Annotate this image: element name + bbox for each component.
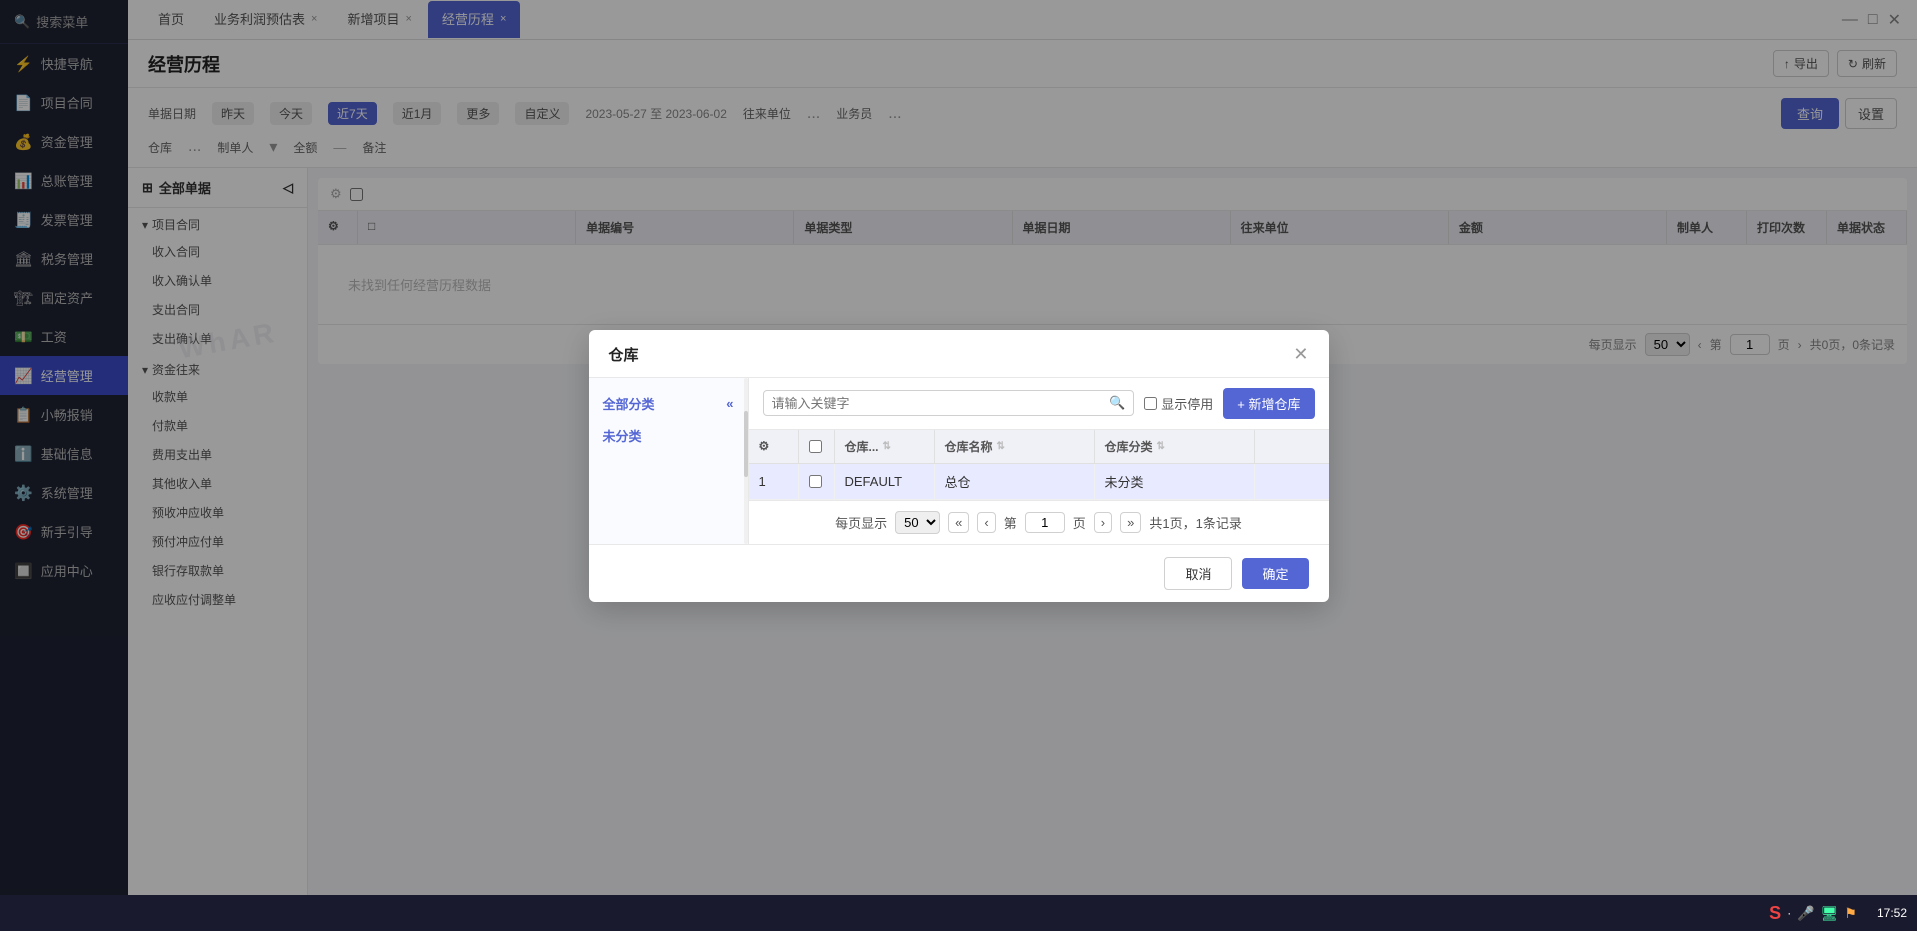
search-input-wrap: 🔍 xyxy=(763,390,1135,416)
flag-icon: ⚑ xyxy=(1844,905,1857,922)
dialog-prev-btn[interactable]: ‹ xyxy=(977,512,995,533)
dialog-all-label: 全部分类 xyxy=(603,394,655,413)
add-warehouse-button[interactable]: + 新增仓库 xyxy=(1223,388,1314,419)
scroll-track xyxy=(744,378,748,544)
dot-icon: · xyxy=(1787,906,1791,920)
dialog-left-item-uncategorized[interactable]: 未分类 xyxy=(589,419,748,452)
monitor-icon: 🖥 xyxy=(1821,905,1839,922)
show-disabled-checkbox[interactable] xyxy=(1144,397,1157,410)
dialog-collapse-icon[interactable]: « xyxy=(726,396,733,411)
td-index: 1 xyxy=(749,464,799,499)
dialog-page-unit: 页 xyxy=(1073,513,1086,532)
warehouse-search-input[interactable] xyxy=(772,396,1110,411)
dialog-total: 共1页，1条记录 xyxy=(1149,513,1241,532)
sort-icon-name: ⇅ xyxy=(997,441,1005,452)
dialog-table-header: ⚙ 仓库... ⇅ 仓库名称 ⇅ xyxy=(749,430,1329,464)
table-row[interactable]: 1 DEFAULT 总仓 未分类 xyxy=(749,464,1329,500)
dialog-next-btn[interactable]: › xyxy=(1094,512,1112,533)
dialog-page-size-select[interactable]: 50 xyxy=(895,511,940,534)
td-checkbox xyxy=(799,464,835,499)
row-checkbox[interactable] xyxy=(809,475,822,488)
td-code: DEFAULT xyxy=(835,464,935,499)
dialog-table: ⚙ 仓库... ⇅ 仓库名称 ⇅ xyxy=(749,430,1329,500)
dialog-last-btn[interactable]: » xyxy=(1120,512,1141,533)
dialog-footer: 取消 确定 xyxy=(589,544,1329,602)
taskbar: S · 🎤 🖥 ⚑ 17:52 xyxy=(0,895,1917,931)
dialog-page-label: 第 xyxy=(1004,513,1017,532)
dialog-close-button[interactable]: ✕ xyxy=(1293,344,1308,365)
dialog-body: 全部分类 « 未分类 🔍 显示停用 xyxy=(589,378,1329,544)
dialog-left-panel: 全部分类 « 未分类 xyxy=(589,378,749,544)
dialog-title: 仓库 xyxy=(609,344,639,365)
dialog-right-panel: 🔍 显示停用 + 新增仓库 ⚙ xyxy=(749,378,1329,544)
dialog-th-settings: ⚙ xyxy=(749,430,799,463)
s-icon: S xyxy=(1769,903,1781,924)
dialog-header: 仓库 ✕ xyxy=(589,330,1329,378)
per-page-label: 每页显示 xyxy=(835,513,887,532)
dialog-first-btn[interactable]: « xyxy=(948,512,969,533)
dialog-right-toolbar: 🔍 显示停用 + 新增仓库 xyxy=(749,378,1329,430)
mic-icon: 🎤 xyxy=(1797,905,1814,922)
dialog-page-input[interactable] xyxy=(1025,512,1065,533)
confirm-button[interactable]: 确定 xyxy=(1242,558,1308,589)
taskbar-icons: S · 🎤 🖥 ⚑ xyxy=(1769,903,1857,924)
sort-icon-code: ⇅ xyxy=(883,441,891,452)
taskbar-time: 17:52 xyxy=(1877,906,1907,920)
dialog-pagination: 每页显示 50 « ‹ 第 页 › » 共1页，1条记录 xyxy=(749,500,1329,544)
dialog-th-checkbox xyxy=(799,430,835,463)
sort-icon-category: ⇅ xyxy=(1157,441,1165,452)
show-disabled-label: 显示停用 xyxy=(1161,394,1213,413)
cancel-button[interactable]: 取消 xyxy=(1164,557,1232,590)
dialog-left-all-btn[interactable]: 全部分类 « xyxy=(589,388,748,419)
show-disabled-wrap: 显示停用 xyxy=(1144,394,1213,413)
modal-overlay: 仓库 ✕ 全部分类 « 未分类 xyxy=(0,0,1917,931)
dialog-th-code: 仓库... ⇅ xyxy=(835,430,935,463)
dialog-select-all[interactable] xyxy=(809,440,822,453)
scroll-thumb xyxy=(744,411,748,477)
dialog-th-name: 仓库名称 ⇅ xyxy=(935,430,1095,463)
warehouse-dialog: 仓库 ✕ 全部分类 « 未分类 xyxy=(589,330,1329,602)
dialog-th-category: 仓库分类 ⇅ xyxy=(1095,430,1255,463)
td-name: 总仓 xyxy=(935,464,1095,499)
td-category: 未分类 xyxy=(1095,464,1255,499)
search-icon: 🔍 xyxy=(1109,395,1125,411)
